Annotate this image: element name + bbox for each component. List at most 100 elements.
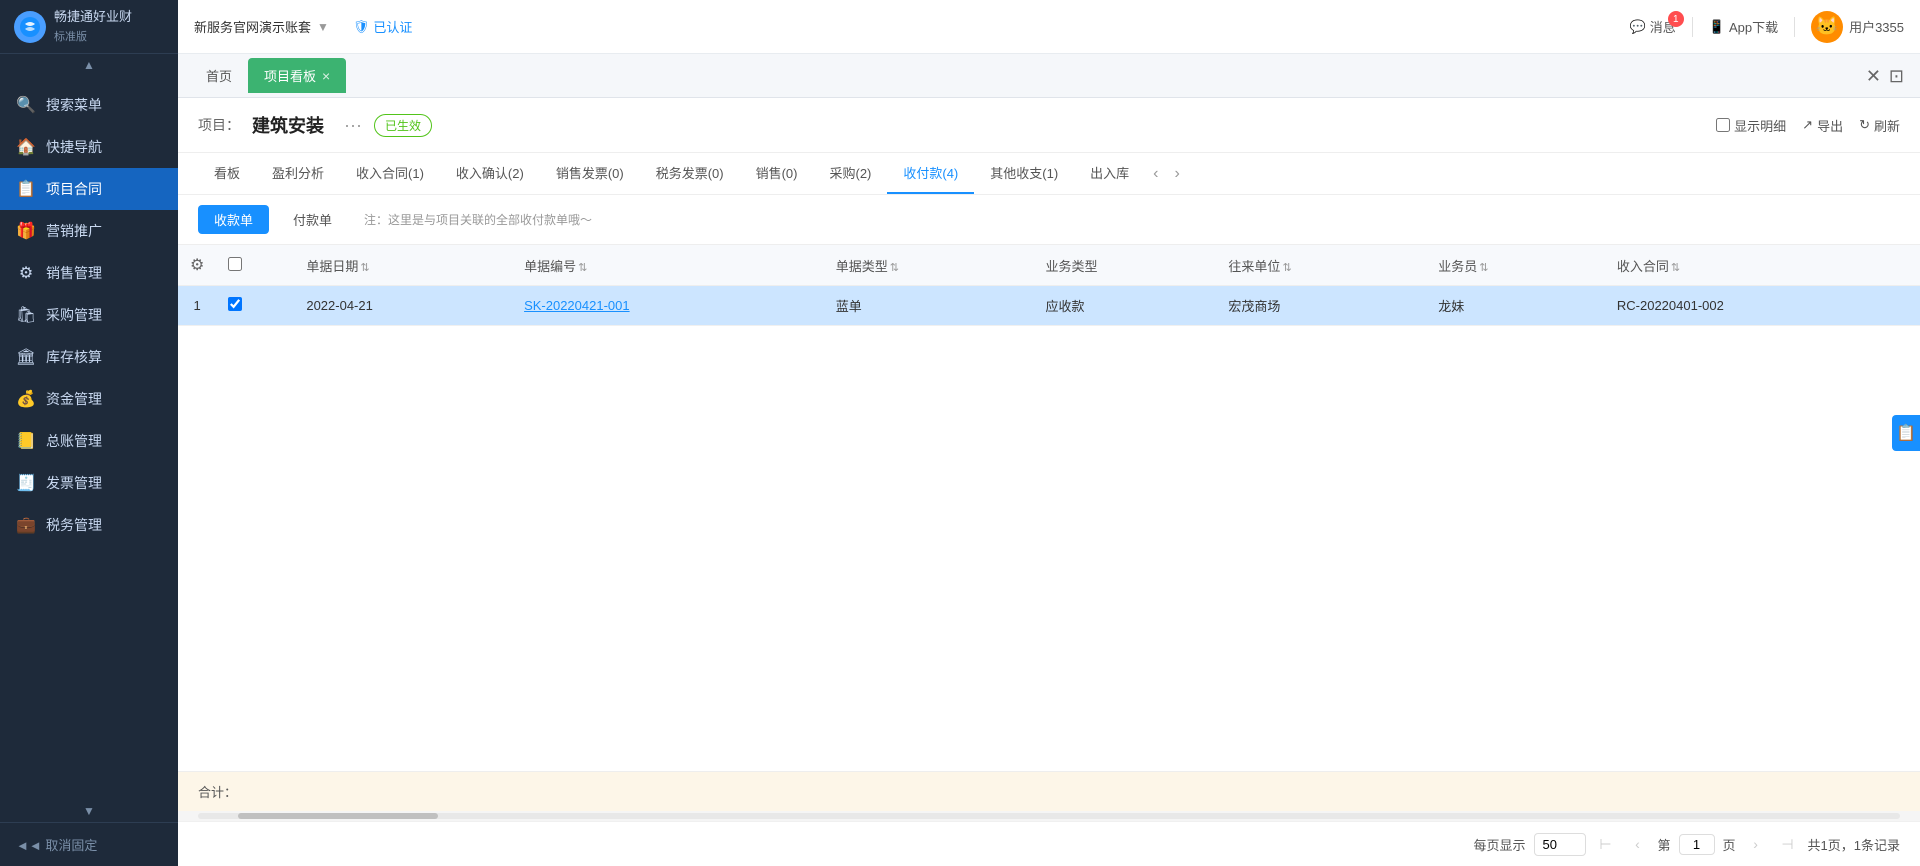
column-settings-button[interactable]: ⚙: [190, 255, 204, 275]
sidebar-item-purchase[interactable]: 🛍采购管理: [0, 294, 178, 336]
tab-label: 项目看板: [264, 66, 316, 85]
account-selector[interactable]: 新服务官网演示账套 ▼: [194, 17, 329, 36]
sidebar-unpin-button[interactable]: ◄◄ 取消固定: [0, 822, 178, 866]
close-window-button[interactable]: ✕: [1866, 67, 1881, 85]
sidebar: 畅捷通好业财 标准版 ▲ 🔍搜索菜单 🏠 快捷导航 📋项目合同 🎁 营销推广 ⚙销售管理🛍采…: [0, 0, 178, 866]
subnav-income-contract[interactable]: 收入合同(1): [340, 153, 440, 194]
th-income-contract[interactable]: 收入合同⇅: [1605, 245, 1920, 286]
page-label: 第: [1658, 835, 1671, 854]
nav-label-quick-nav: 快捷导航: [46, 137, 102, 157]
nav-icon-invoice: 🧾: [16, 473, 36, 493]
bill-no-link[interactable]: SK-20220421-001: [524, 298, 630, 313]
td-date: 2022-04-21: [294, 286, 512, 326]
prev-page-button[interactable]: ‹: [1626, 832, 1650, 856]
sidebar-item-quick-nav[interactable]: 🏠 快捷导航: [0, 126, 178, 168]
subnav-profit[interactable]: 盈利分析: [256, 153, 340, 194]
nav-icon-marketing: 🎁: [16, 221, 36, 241]
nav-label-invoice: 发票管理: [46, 473, 102, 493]
expand-window-button[interactable]: ⊡: [1889, 67, 1904, 85]
th-bill-type[interactable]: 单据类型⇅: [824, 245, 1034, 286]
data-table: ⚙ 单据日期⇅ 单据编号⇅ 单据类型⇅: [178, 245, 1920, 326]
nav-icon-project-contract: 📋: [16, 179, 36, 199]
nav-label-ledger: 总账管理: [46, 431, 102, 451]
sidebar-scroll-up[interactable]: ▲: [0, 54, 178, 76]
inner-tabs: 收款单 付款单 注：这里是与项目关联的全部收付款单哦～: [178, 195, 1920, 245]
nav-label-search: 搜索菜单: [46, 95, 102, 115]
divider2: [1794, 17, 1795, 37]
subnav-purchase[interactable]: 采购(2): [813, 153, 887, 194]
message-icon: 💬: [1630, 19, 1646, 35]
sidebar-scroll-down[interactable]: ▼: [0, 800, 178, 822]
show-detail-checkbox[interactable]: 显示明细: [1716, 116, 1786, 135]
sidebar-item-project-contract[interactable]: 📋项目合同: [0, 168, 178, 210]
export-label: 导出: [1817, 116, 1843, 135]
divider: [1692, 17, 1693, 37]
td-income-contract: RC-20220401-002: [1605, 286, 1920, 326]
app-edition: 标准版: [54, 28, 132, 44]
th-partner[interactable]: 往来单位⇅: [1216, 245, 1426, 286]
sidebar-item-sales[interactable]: ⚙销售管理: [0, 252, 178, 294]
project-header: 项目： 建筑安装 ··· 已生效 显示明细 ↗ 导出 ↻ 刷新: [178, 98, 1920, 153]
subnav-in-out[interactable]: 出入库: [1074, 153, 1145, 194]
right-float-button[interactable]: 📋: [1892, 415, 1920, 451]
refresh-button[interactable]: ↻ 刷新: [1859, 116, 1900, 135]
sidebar-item-tax[interactable]: 💼税务管理: [0, 504, 178, 546]
subnav-dashboard[interactable]: 看板: [198, 153, 256, 194]
td-partner: 宏茂商场: [1216, 286, 1426, 326]
first-page-button[interactable]: ⊢: [1594, 832, 1618, 856]
sidebar-header: 畅捷通好业财 标准版: [0, 0, 178, 54]
subnav-income-confirm[interactable]: 收入确认(2): [440, 153, 540, 194]
th-bill-no[interactable]: 单据编号⇅: [512, 245, 824, 286]
subnav-receipts[interactable]: 收付款(4): [887, 153, 974, 194]
subnav-sales-invoice[interactable]: 销售发票(0): [540, 153, 640, 194]
tab-payment[interactable]: 付款单: [277, 205, 348, 234]
tab-receipt[interactable]: 收款单: [198, 205, 269, 234]
close-tab-icon[interactable]: ×: [322, 68, 330, 84]
show-detail-label: 显示明细: [1734, 116, 1786, 135]
sidebar-item-inventory[interactable]: 🏛库存核算: [0, 336, 178, 378]
total-label: 合计：: [198, 785, 237, 800]
nav-label-purchase: 采购管理: [46, 305, 102, 325]
right-float-icon: 📋: [1896, 423, 1916, 443]
nav-icon-ledger: 📒: [16, 431, 36, 451]
scrollbar-thumb[interactable]: [238, 813, 438, 819]
td-check: [216, 286, 254, 326]
th-date[interactable]: 单据日期⇅: [294, 245, 512, 286]
nav-label-marketing: 营销推广: [46, 221, 102, 241]
subnav-other-expense[interactable]: 其他收支(1): [974, 153, 1074, 194]
sidebar-item-finance[interactable]: 💰资金管理: [0, 378, 178, 420]
sub-nav-next-arrow[interactable]: ›: [1167, 155, 1188, 193]
user-menu-button[interactable]: 🐱 用户3355: [1811, 11, 1904, 43]
project-more-button[interactable]: ···: [344, 115, 362, 136]
tab-home[interactable]: 首页: [194, 58, 244, 93]
tab-controls: ✕ ⊡: [1866, 67, 1904, 85]
app-download-button[interactable]: 📱 App下载: [1709, 17, 1778, 36]
shield-icon: 🛡: [353, 19, 370, 35]
export-button[interactable]: ↗ 导出: [1802, 116, 1843, 135]
show-detail-input[interactable]: [1716, 118, 1730, 132]
sidebar-item-search[interactable]: 🔍搜索菜单: [0, 84, 178, 126]
select-all-checkbox[interactable]: [228, 257, 242, 271]
subnav-tax-invoice[interactable]: 税务发票(0): [640, 153, 740, 194]
sidebar-item-invoice[interactable]: 🧾 发票管理: [0, 462, 178, 504]
per-page-select[interactable]: 50 10 20 100: [1534, 833, 1586, 856]
account-name: 新服务官网演示账套: [194, 17, 311, 36]
topbar-right: 💬 消息 1 📱 App下载 🐱 用户3355: [1630, 11, 1904, 43]
sort-icon-date: ⇅: [360, 262, 369, 274]
sub-nav-prev-arrow[interactable]: ‹: [1145, 155, 1166, 193]
sort-icon-bill-no: ⇅: [578, 262, 587, 274]
chevron-down-icon: ▼: [317, 20, 329, 34]
table-row[interactable]: 1 2022-04-21 SK-20220421-001 蓝单 应收款 宏茂商场…: [178, 286, 1920, 326]
page-input[interactable]: [1679, 834, 1715, 855]
tab-project-dashboard[interactable]: 项目看板 ×: [248, 58, 346, 93]
message-button[interactable]: 💬 消息 1: [1630, 17, 1676, 36]
subnav-sales[interactable]: 销售(0): [740, 153, 814, 194]
nav-icon-quick-nav: 🏠: [16, 137, 36, 157]
sidebar-item-ledger[interactable]: 📒 总账管理: [0, 420, 178, 462]
row-checkbox[interactable]: [228, 297, 242, 311]
last-page-button[interactable]: ⊣: [1776, 832, 1800, 856]
th-salesperson[interactable]: 业务员⇅: [1426, 245, 1605, 286]
horizontal-scrollbar[interactable]: [178, 811, 1920, 821]
next-page-button[interactable]: ›: [1744, 832, 1768, 856]
sidebar-item-marketing[interactable]: 🎁 营销推广: [0, 210, 178, 252]
